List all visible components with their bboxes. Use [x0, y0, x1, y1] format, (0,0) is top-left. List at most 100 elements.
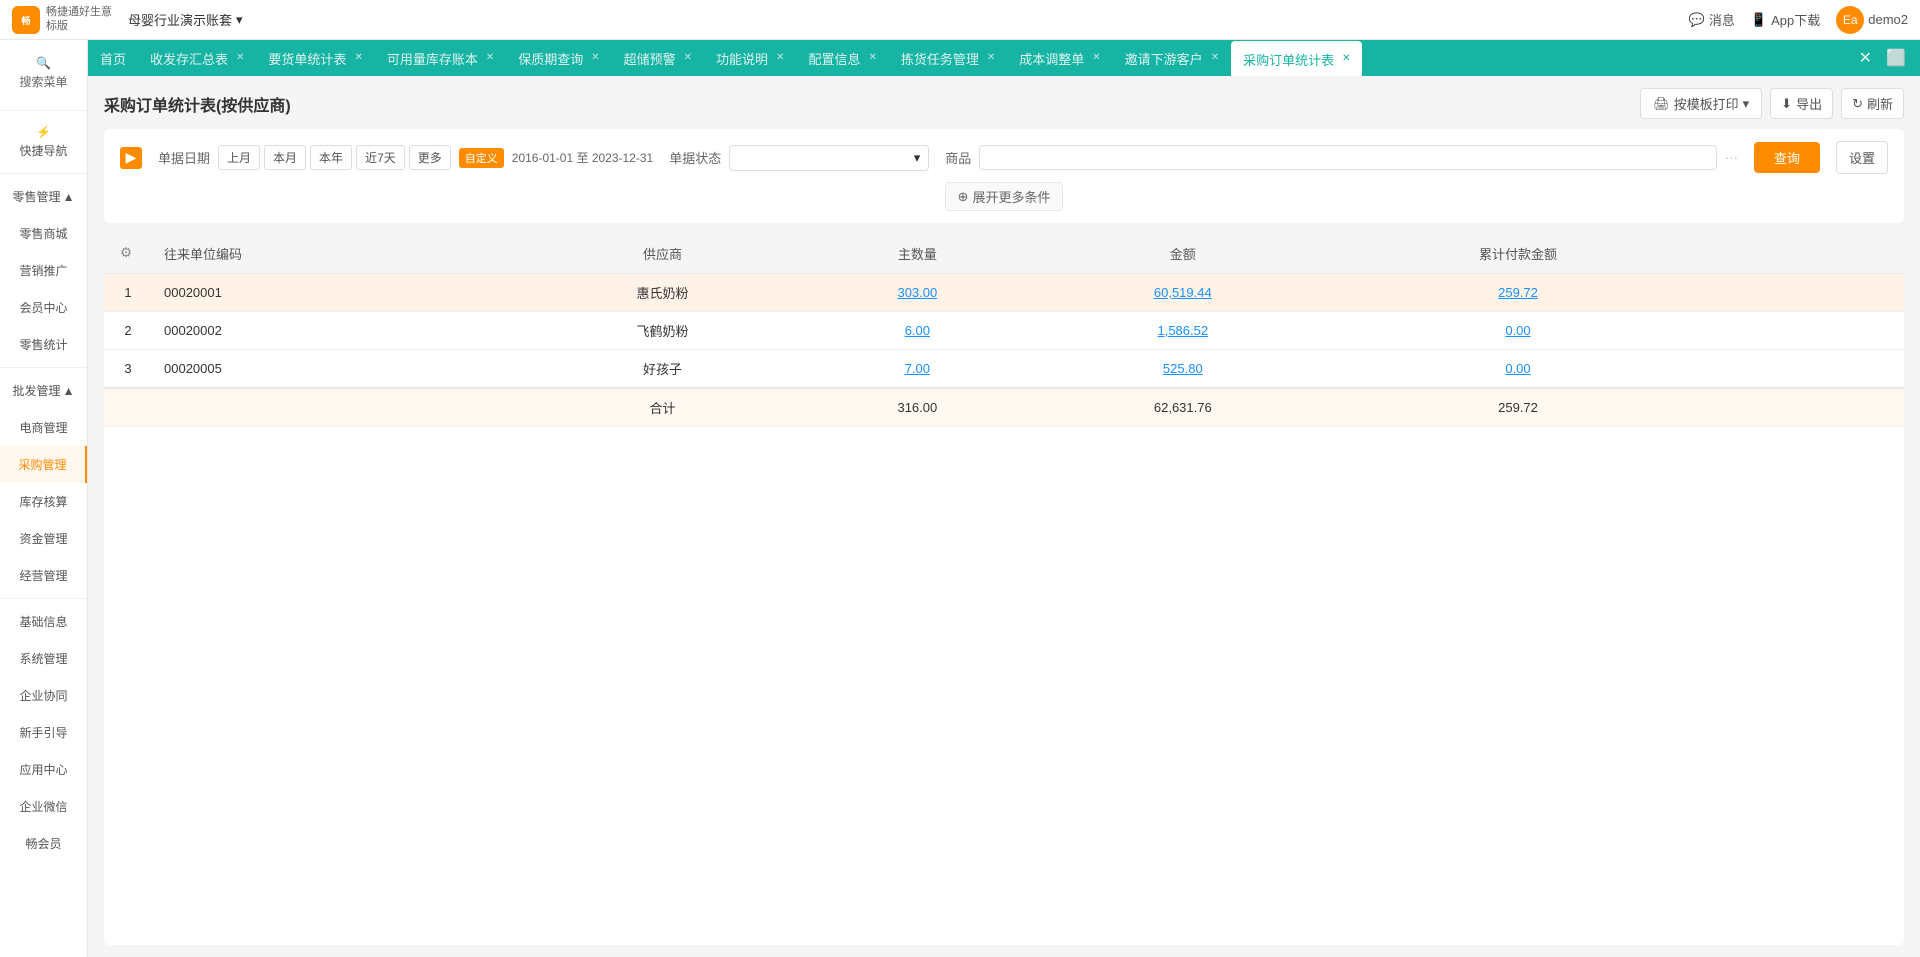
sidebar-item-operations[interactable]: 经营管理	[0, 557, 87, 594]
cell-extra	[1704, 350, 1904, 389]
column-settings-button[interactable]: ⚙	[116, 243, 136, 263]
tab-invite-customer[interactable]: 邀请下游客户 ✕	[1113, 40, 1231, 76]
logo-area: 畅 畅捷通好生意 标版	[12, 6, 112, 34]
settings-button[interactable]: 设置	[1836, 141, 1888, 174]
sidebar-item-system-mgmt[interactable]: 系统管理	[0, 640, 87, 677]
refresh-button[interactable]: ↻ 刷新	[1841, 88, 1904, 119]
chevron-icon: ▲	[63, 190, 75, 204]
sidebar-item-wholesale-mgmt[interactable]: 批发管理 ▲	[0, 372, 87, 409]
tab-bar: 首页 收发存汇总表 ✕ 要货单统计表 ✕ 可用量库存账本 ✕ 保质期查询 ✕	[88, 40, 1920, 76]
this-year-button[interactable]: 本年	[310, 145, 352, 170]
message-action[interactable]: 💬 消息	[1689, 10, 1735, 29]
tab-close-icon[interactable]: ✕	[486, 53, 494, 63]
tab-close-icon[interactable]: ✕	[236, 53, 244, 63]
print-dropdown-icon: ▾	[1743, 96, 1750, 112]
this-month-button[interactable]: 本月	[264, 145, 306, 170]
amount-link[interactable]: 60,519.44	[1154, 285, 1212, 300]
qty-link[interactable]: 7.00	[905, 361, 930, 376]
paid-link[interactable]: 259.72	[1498, 285, 1538, 300]
filter-row-2: ⊕ 展开更多条件	[120, 182, 1888, 211]
sidebar-item-marketing[interactable]: 营销推广	[0, 252, 87, 289]
paid-link[interactable]: 0.00	[1505, 323, 1530, 338]
goods-input[interactable]	[979, 145, 1717, 170]
footer-paid: 259.72	[1332, 388, 1704, 427]
amount-link[interactable]: 525.80	[1163, 361, 1203, 376]
app-download-action[interactable]: 📱 App下载	[1751, 10, 1820, 29]
cell-index: 3	[104, 350, 152, 389]
tab-close-icon[interactable]: ✕	[1092, 53, 1100, 63]
sidebar-item-member-center[interactable]: 会员中心	[0, 289, 87, 326]
sidebar-item-enterprise-collab[interactable]: 企业协同	[0, 677, 87, 714]
top-bar-left: 畅 畅捷通好生意 标版 母婴行业演示账套 ▾	[12, 6, 251, 34]
sidebar-item-retail-mgmt[interactable]: 零售管理 ▲	[0, 178, 87, 215]
tab-close-icon[interactable]: ✕	[776, 53, 784, 63]
more-date-button[interactable]: 更多	[409, 145, 451, 170]
tab-inventory-book[interactable]: 可用量库存账本 ✕	[375, 40, 506, 76]
divider	[0, 173, 87, 174]
tab-close-icon[interactable]: ✕	[354, 53, 362, 63]
tab-overstock-warning[interactable]: 超储预警 ✕	[612, 40, 704, 76]
tab-home[interactable]: 首页	[88, 40, 138, 76]
sidebar-item-enterprise-wechat[interactable]: 企业微信	[0, 788, 87, 825]
divider	[0, 598, 87, 599]
table-header-row: ⚙ 往来单位编码 供应商 主数量	[104, 233, 1904, 274]
goods-more-icon[interactable]: ···	[1725, 150, 1738, 165]
user-avatar: Ea	[1836, 6, 1864, 34]
cell-amount: 60,519.44	[1034, 274, 1332, 312]
tab-close-icon[interactable]: ✕	[1211, 53, 1219, 63]
last-7-days-button[interactable]: 近7天	[356, 145, 405, 170]
sidebar-item-vip-member[interactable]: 畅会员	[0, 825, 87, 862]
main-layout: 🔍 搜索菜单 ⚡ 快捷导航 零售管理 ▲ 零售商城 营销推广 会员中心	[0, 40, 1920, 957]
sidebar-item-finance[interactable]: 资金管理	[0, 520, 87, 557]
tab-stock-summary[interactable]: 收发存汇总表 ✕	[138, 40, 256, 76]
qty-link[interactable]: 303.00	[897, 285, 937, 300]
export-button[interactable]: ⬇ 导出	[1770, 88, 1833, 119]
cell-extra	[1704, 312, 1904, 350]
tab-order-stats[interactable]: 要货单统计表 ✕	[256, 40, 374, 76]
tab-close-icon[interactable]: ✕	[684, 53, 692, 63]
date-filter-label: 单据日期	[158, 148, 210, 167]
tab-purchase-order-stats[interactable]: 采购订单统计表 ✕	[1231, 41, 1362, 76]
workspace-selector[interactable]: 母婴行业演示账套 ▾	[120, 6, 251, 33]
tab-close-icon[interactable]: ✕	[1342, 54, 1350, 64]
print-button[interactable]: 🖨 按模板打印 ▾	[1640, 88, 1762, 119]
logo-text: 畅捷通好生意 标版	[46, 6, 112, 32]
table-row: 2 00020002 飞鹤奶粉 6.00 1,586.52 0.00	[104, 312, 1904, 350]
last-month-button[interactable]: 上月	[218, 145, 260, 170]
qty-link[interactable]: 6.00	[905, 323, 930, 338]
search-menu-button[interactable]: 🔍 搜索菜单	[8, 50, 79, 96]
tab-close-icon[interactable]: ✕	[591, 53, 599, 63]
tab-expiry-query[interactable]: 保质期查询 ✕	[506, 40, 611, 76]
sidebar-item-newbie-guide[interactable]: 新手引导	[0, 714, 87, 751]
status-select[interactable]: ▾	[729, 145, 929, 171]
tab-function-desc[interactable]: 功能说明 ✕	[704, 40, 796, 76]
sidebar-item-retail-stats[interactable]: 零售统计	[0, 326, 87, 363]
sidebar-item-ecommerce[interactable]: 电商管理	[0, 409, 87, 446]
col-header-code: 往来单位编码	[152, 233, 524, 274]
cell-index: 2	[104, 312, 152, 350]
tab-pick-task[interactable]: 拣货任务管理 ✕	[889, 40, 1007, 76]
cell-supplier: 好孩子	[524, 350, 801, 389]
maximize-tab-button[interactable]: ⬜	[1880, 44, 1912, 72]
expand-filter-button[interactable]: ⊕ 展开更多条件	[945, 182, 1064, 211]
sidebar-item-basic-info[interactable]: 基础信息	[0, 603, 87, 640]
tab-config-info[interactable]: 配置信息 ✕	[796, 40, 888, 76]
filter-toggle-button[interactable]: ▶	[120, 147, 142, 169]
tab-cost-adjust[interactable]: 成本调整单 ✕	[1007, 40, 1112, 76]
page-actions: 🖨 按模板打印 ▾ ⬇ 导出 ↻ 刷新	[1640, 88, 1904, 119]
query-button[interactable]: 查询	[1754, 142, 1820, 173]
user-profile[interactable]: Ea demo2	[1836, 6, 1908, 34]
tab-close-icon[interactable]: ✕	[987, 53, 995, 63]
paid-link[interactable]: 0.00	[1505, 361, 1530, 376]
close-tab-button[interactable]: ✕	[1853, 44, 1878, 72]
sidebar-item-inventory[interactable]: 库存核算	[0, 483, 87, 520]
sidebar-item-retail-shop[interactable]: 零售商城	[0, 215, 87, 252]
sidebar-item-quick-nav[interactable]: ⚡ 快捷导航	[0, 115, 87, 169]
tab-close-icon[interactable]: ✕	[868, 53, 876, 63]
amount-link[interactable]: 1,586.52	[1157, 323, 1208, 338]
sidebar-item-app-center[interactable]: 应用中心	[0, 751, 87, 788]
col-header-amount: 金额	[1034, 233, 1332, 274]
sidebar-item-purchase-mgmt[interactable]: 采购管理	[0, 446, 87, 483]
chevron-icon: ▲	[63, 384, 75, 398]
cell-supplier: 惠氏奶粉	[524, 274, 801, 312]
